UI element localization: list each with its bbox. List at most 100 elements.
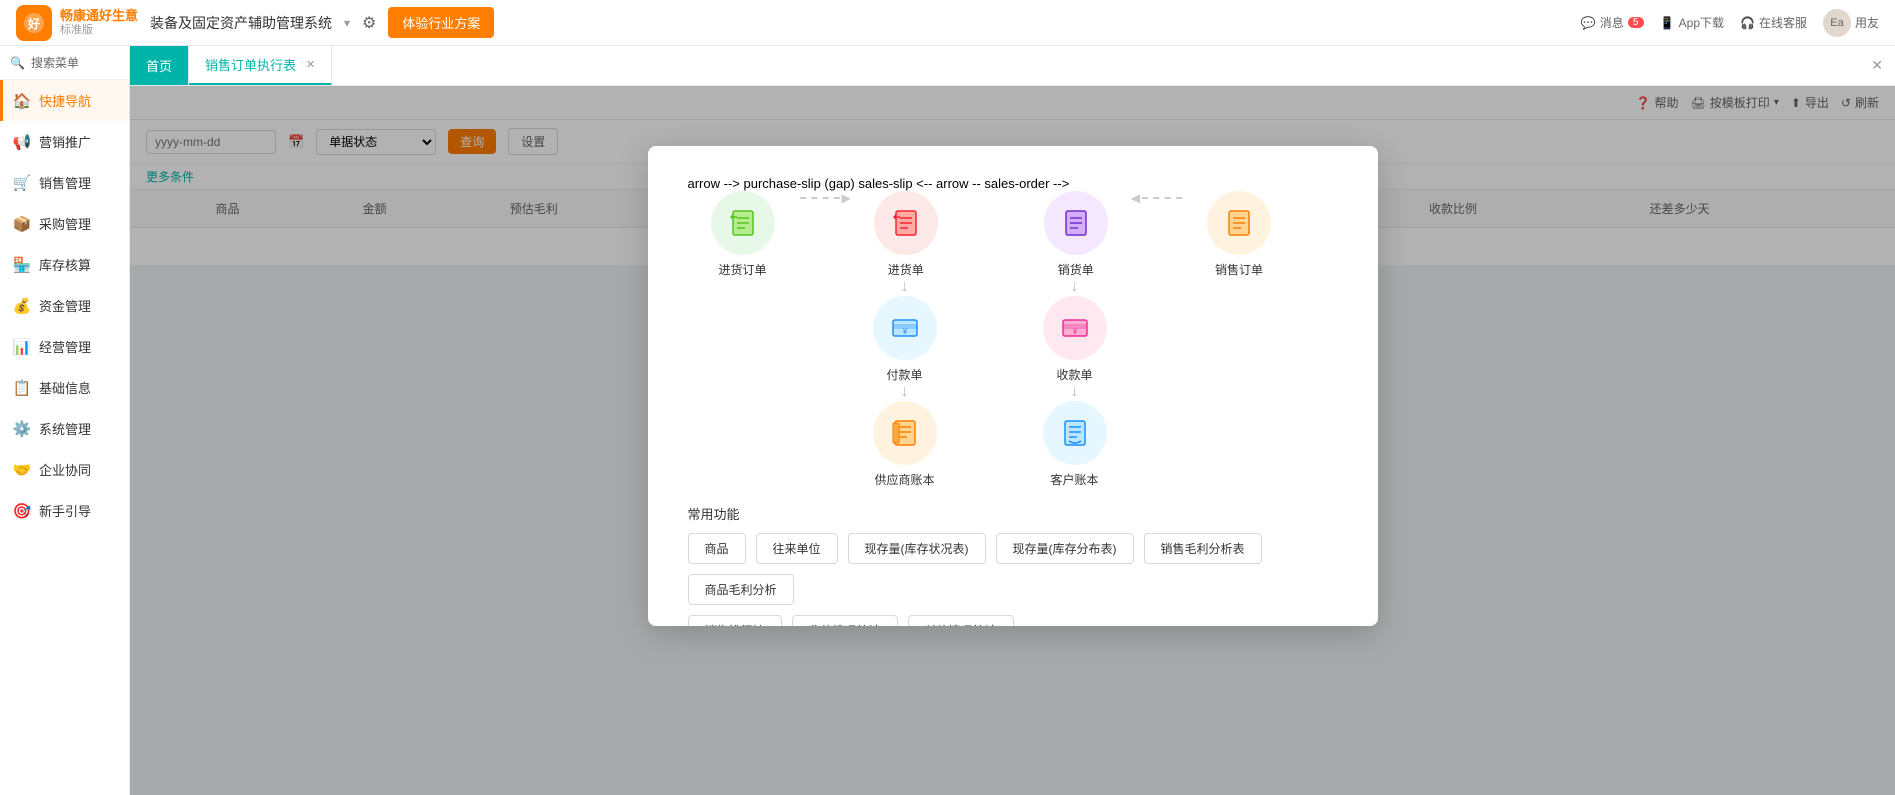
sidebar-item-marketing[interactable]: 📢 营销推广 (0, 121, 129, 162)
tab-sales-order[interactable]: 销售订单执行表 ✕ (189, 46, 332, 85)
phone-icon: 📱 (1660, 16, 1675, 30)
func-btn-stock-status[interactable]: 现存量(库存状况表) (848, 533, 986, 564)
cooperation-icon: 🤝 (13, 461, 31, 479)
content-area: 首页 销售订单执行表 ✕ ✕ ❓ 帮助 (130, 46, 1895, 795)
purchase-slip-circle (874, 191, 938, 255)
func-btn-goods[interactable]: 商品 (688, 533, 746, 564)
sidebar-item-inventory[interactable]: 🏪 库存核算 (0, 244, 129, 285)
purchase-order-label: 进货订单 (718, 261, 766, 278)
common-functions-title: 常用功能 (688, 504, 1338, 523)
flow-section: arrow --> purchase-slip (gap) sales-slip… (688, 176, 1338, 488)
headset-icon: 🎧 (1740, 16, 1755, 30)
marketing-icon: 📢 (13, 133, 31, 151)
purchase-icon: 📦 (13, 215, 31, 233)
flow-node-payment[interactable]: ¥ 付款单 (850, 296, 960, 383)
sales-order-label: 销售订单 (1215, 261, 1263, 278)
tab-home[interactable]: 首页 (130, 46, 189, 85)
purchase-slip-label: 进货单 (888, 261, 924, 278)
flow-node-sales-order[interactable]: 销售订单 (1184, 191, 1294, 278)
sidebar-item-label: 资金管理 (39, 296, 91, 315)
inventory-icon: 🏪 (13, 256, 31, 274)
system-dropdown-icon[interactable]: ▾ (344, 16, 350, 30)
sidebar-item-label: 系统管理 (39, 419, 91, 438)
flow-node-customer-ledger[interactable]: 客户账本 (1020, 401, 1130, 488)
tab-home-label: 首页 (146, 56, 172, 75)
tab-close-icon[interactable]: ✕ (306, 58, 315, 71)
func-btn-sales-gross[interactable]: 销售毛利分析表 (1144, 533, 1262, 564)
sidebar-item-purchase[interactable]: 📦 采购管理 (0, 203, 129, 244)
flow-arrows-down-row: ↓ ↓ (688, 278, 1130, 296)
sidebar-item-label: 采购管理 (39, 214, 91, 233)
top-bar-actions: 💬 消息 5 📱 App下载 🎧 在线客服 Ea 用友 (1581, 9, 1879, 37)
func-btn-stock-dist[interactable]: 现存量(库存分布表) (996, 533, 1134, 564)
sidebar-item-finance[interactable]: 💰 资金管理 (0, 285, 129, 326)
sidebar-item-label: 快捷导航 (39, 91, 91, 110)
guide-icon: 🎯 (13, 502, 31, 520)
modal-overlay[interactable]: arrow --> purchase-slip (gap) sales-slip… (130, 86, 1895, 795)
user-name-label: 用友 (1855, 14, 1879, 31)
arrow-down-purchase: ↓ (850, 278, 960, 296)
app-download-action[interactable]: 📱 App下载 (1660, 14, 1724, 31)
sidebar-item-operations[interactable]: 📊 经营管理 (0, 326, 129, 367)
sidebar-item-label: 库存核算 (39, 255, 91, 274)
supplier-ledger-label: 供应商账本 (874, 471, 934, 488)
sales-slip-label: 销货单 (1058, 261, 1094, 278)
receipt-circle: ¥ (1043, 296, 1107, 360)
flow-arrows-down-row2: ↓ ↓ (688, 383, 1130, 401)
app-download-label: App下载 (1679, 14, 1724, 31)
arrow-down-sales: ↓ (1020, 278, 1130, 296)
sidebar-item-system[interactable]: ⚙️ 系统管理 (0, 408, 129, 449)
basic-info-icon: 📋 (13, 379, 31, 397)
svg-text:好: 好 (27, 16, 40, 31)
sidebar-item-quick-nav[interactable]: 🏠 快捷导航 (0, 80, 129, 121)
sidebar-item-label: 基础信息 (39, 378, 91, 397)
modal-dialog: arrow --> purchase-slip (gap) sales-slip… (648, 146, 1378, 626)
func-btn-payment-stats[interactable]: 付款情况统计 (908, 615, 1014, 626)
sales-order-circle (1207, 191, 1271, 255)
sidebar-item-cooperation[interactable]: 🤝 企业协同 (0, 449, 129, 490)
purchase-order-circle (711, 191, 775, 255)
func-btn-row-1: 商品 往来单位 现存量(库存状况表) 现存量(库存分布表) 销售毛利分析表 商品… (688, 533, 1338, 605)
search-icon: 🔍 (10, 56, 25, 70)
arrow-sales-order-to-slip: ◀ (1131, 191, 1184, 227)
online-service-action[interactable]: 🎧 在线客服 (1740, 14, 1807, 31)
search-menu[interactable]: 🔍 搜索菜单 (0, 46, 129, 80)
sidebar-item-label: 新手引导 (39, 501, 91, 520)
svg-text:¥: ¥ (1071, 327, 1077, 336)
func-btn-sales-ranking[interactable]: 销售排行榜 (688, 615, 782, 626)
arrow-down-payment: ↓ (850, 383, 960, 401)
sidebar-item-label: 销售管理 (39, 173, 91, 192)
func-btn-partners[interactable]: 往来单位 (756, 533, 838, 564)
user-action[interactable]: Ea 用友 (1823, 9, 1879, 37)
receipt-label: 收款单 (1056, 366, 1092, 383)
flow-row-1: 进货订单 ▶ (688, 191, 1294, 278)
sidebar-item-label: 经营管理 (39, 337, 91, 356)
app-sub: 标准版 (60, 24, 138, 37)
sidebar-item-label: 企业协同 (39, 460, 91, 479)
flow-node-receipt[interactable]: ¥ 收款单 (1020, 296, 1130, 383)
trial-button[interactable]: 体验行业方案 (388, 7, 494, 38)
sales-slip-circle (1044, 191, 1108, 255)
flow-node-sales-slip[interactable]: 销货单 (1021, 191, 1131, 278)
message-action[interactable]: 💬 消息 5 (1581, 14, 1644, 31)
payment-label: 付款单 (886, 366, 922, 383)
tab-close-all-icon[interactable]: ✕ (1871, 57, 1883, 73)
message-icon: 💬 (1581, 16, 1596, 30)
sidebar-item-sales[interactable]: 🛒 销售管理 (0, 162, 129, 203)
sidebar-item-guide[interactable]: 🎯 新手引导 (0, 490, 129, 531)
func-btn-goods-gross[interactable]: 商品毛利分析 (688, 574, 794, 605)
sidebar: 🔍 搜索菜单 🏠 快捷导航 📢 营销推广 🛒 销售管理 📦 (0, 46, 130, 795)
func-btn-receipt-stats[interactable]: 收款情况统计 (792, 615, 898, 626)
flow-node-purchase-slip[interactable]: 进货单 (851, 191, 961, 278)
app-container: 好 畅康通好生意 标准版 装备及固定资产辅助管理系统 ▾ ⚙ 体验行业方案 💬 … (0, 0, 1895, 795)
settings-icon[interactable]: ⚙ (362, 13, 376, 33)
flow-node-purchase-order[interactable]: 进货订单 (688, 191, 798, 278)
sidebar-item-label: 营销推广 (39, 132, 91, 151)
flow-node-supplier-ledger[interactable]: 供应商账本 (850, 401, 960, 488)
message-badge: 5 (1628, 17, 1644, 28)
sidebar-item-basic-info[interactable]: 📋 基础信息 (0, 367, 129, 408)
tab-bar: 首页 销售订单执行表 ✕ ✕ (130, 46, 1895, 86)
main-area: 🔍 搜索菜单 🏠 快捷导航 📢 营销推广 🛒 销售管理 📦 (0, 46, 1895, 795)
top-bar-left: 好 畅康通好生意 标准版 (16, 5, 138, 41)
message-label: 消息 (1600, 14, 1624, 31)
